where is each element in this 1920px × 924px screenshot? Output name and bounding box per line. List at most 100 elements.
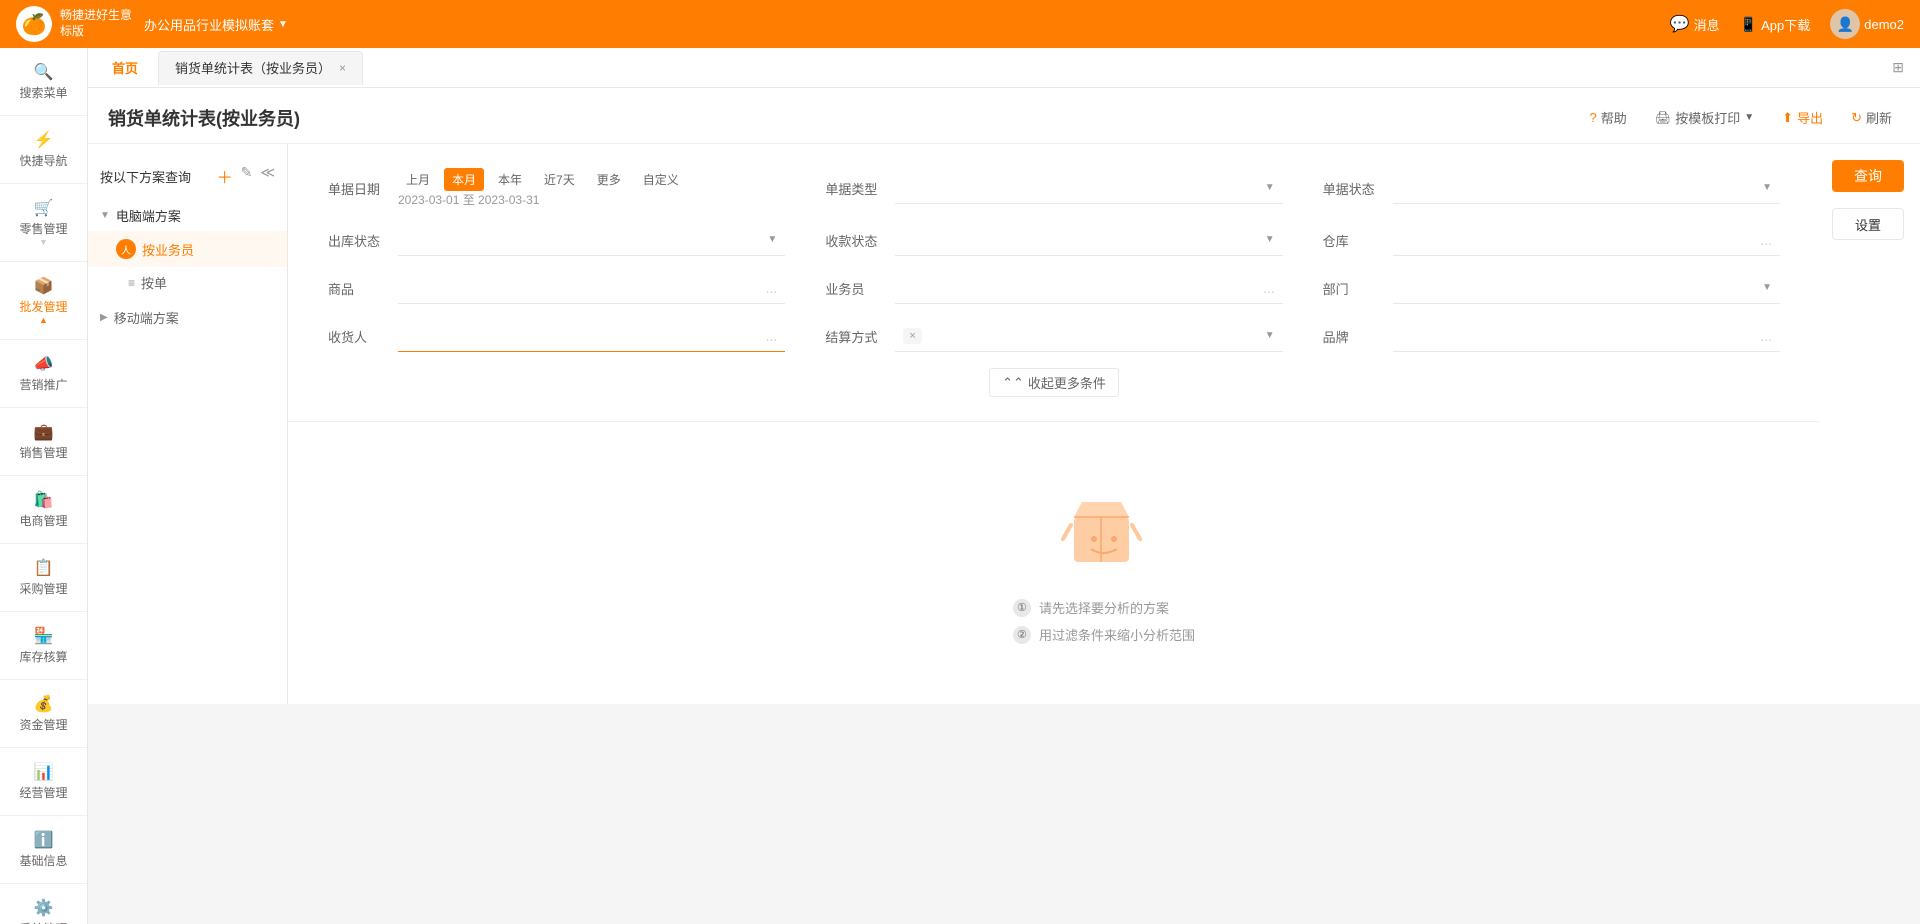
collapse-row: ⌃⌃ 收起更多条件 [308, 360, 1800, 405]
salesperson-label: 业务员 [825, 279, 895, 298]
warehouse-label: 仓库 [1323, 231, 1393, 250]
sidebar: 🔍 搜索菜单 ⚡ 快捷导航 🛒 零售管理 ▼ 📦 批发管理 ▲ 📣 营销推广 [0, 48, 88, 924]
right-content: 单据日期 上月 本月 本年 近7天 更多 [288, 144, 1920, 704]
date-btn-last7[interactable]: 近7天 [536, 168, 583, 191]
warehouse-dots-icon[interactable]: ... [1760, 232, 1772, 248]
date-btn-this-month[interactable]: 本月 [444, 168, 484, 191]
receiver-input[interactable] [406, 328, 766, 343]
tab-home[interactable]: 首页 [96, 51, 154, 85]
receiver-dots-icon[interactable]: ... [766, 328, 778, 344]
collect-status-select[interactable]: ▼ [895, 224, 1282, 256]
scheme-by-salesperson[interactable]: 人 按业务员 [88, 231, 287, 267]
user-avatar-btn[interactable]: 👤 demo2 [1830, 9, 1904, 39]
avatar: 👤 [1830, 9, 1860, 39]
edit-scheme-icon[interactable]: ✎ [241, 164, 253, 188]
goods-label: 商品 [328, 279, 398, 298]
warehouse-control: ... [1393, 224, 1780, 256]
payment-tag-input[interactable]: × ▼ [895, 320, 1282, 352]
sidebar-item-quick-nav[interactable]: ⚡ 快捷导航 [0, 116, 87, 184]
sidebar-item-finance[interactable]: 💰 资金管理 [0, 680, 87, 748]
date-range: 2023-03-01 至 2023-03-31 [398, 191, 785, 208]
dept-select[interactable]: ▼ [1393, 272, 1780, 304]
salesperson-dots-icon[interactable]: ... [1263, 280, 1275, 296]
receiver-control: ... [398, 320, 785, 352]
brand-dots-icon[interactable]: ... [1760, 328, 1772, 344]
filter-brand-cell: 品牌 ... [1303, 312, 1800, 360]
goods-dots-icon[interactable]: ... [766, 280, 778, 296]
collapse-btn[interactable]: ⌃⌃ 收起更多条件 [989, 368, 1119, 397]
filter-goods-cell: 商品 ... [308, 264, 805, 312]
filter-receiver-cell: 收货人 ... [308, 312, 805, 360]
logo-icon: 🍊 [16, 6, 52, 42]
empty-icon [1044, 482, 1164, 582]
date-filter: 上月 本月 本年 近7天 更多 自定义 [398, 168, 785, 191]
print-icon: 🖨 [1655, 110, 1672, 126]
salesperson-select[interactable]: ... [895, 272, 1282, 304]
filter-area: 单据日期 上月 本月 本年 近7天 更多 [288, 144, 1820, 422]
sidebar-item-inventory[interactable]: 🏪 库存核算 [0, 612, 87, 680]
collapse-panel-icon[interactable]: ≪ [260, 164, 275, 188]
query-btn[interactable]: 查询 [1832, 160, 1904, 192]
date-btn-this-year[interactable]: 本年 [490, 168, 530, 191]
date-control: 上月 本月 本年 近7天 更多 自定义 2 [398, 168, 785, 208]
out-status-select[interactable]: ▼ [398, 224, 785, 256]
sidebar-item-operations[interactable]: 📊 经营管理 [0, 748, 87, 816]
sidebar-item-marketing[interactable]: 📣 营销推广 [0, 340, 87, 408]
warehouse-select[interactable]: ... [1393, 224, 1780, 256]
add-scheme-icon[interactable]: ＋ [217, 164, 233, 188]
tab-bar-expand-icon[interactable]: ⊞ [1884, 55, 1912, 80]
sidebar-item-ecommerce[interactable]: 🛍️ 电商管理 [0, 476, 87, 544]
doc-type-select[interactable]: ▼ [895, 172, 1282, 204]
date-btn-more[interactable]: 更多 [589, 168, 629, 191]
receiver-input-wrapper: ... [398, 320, 785, 352]
main-layout: 🔍 搜索菜单 ⚡ 快捷导航 🛒 零售管理 ▼ 📦 批发管理 ▲ 📣 营销推广 [0, 48, 1920, 924]
sidebar-item-sales[interactable]: 💼 销售管理 [0, 408, 87, 476]
box-svg [1059, 487, 1149, 577]
app-download-btn[interactable]: 📱 App下载 [1740, 15, 1811, 34]
date-btn-custom[interactable]: 自定义 [635, 168, 687, 191]
desktop-group-arrow-icon: ▼ [100, 210, 110, 221]
collect-status-arrow-icon: ▼ [1265, 234, 1275, 245]
salesperson-control: ... [895, 272, 1282, 304]
top-bar: 🍊 畅捷进好生意 标版 办公用品行业模拟账套 ▼ 💬 消息 📱 App下载 [0, 0, 1920, 48]
sidebar-item-retail[interactable]: 🛒 零售管理 ▼ [0, 184, 87, 262]
hint-2-num: ② [1013, 626, 1031, 644]
filter-panel: 按以下方案查询 ＋ ✎ ≪ ▼ 电脑端方案 [88, 144, 288, 704]
sidebar-item-search[interactable]: 🔍 搜索菜单 [0, 48, 87, 116]
brand-select[interactable]: ... [1393, 320, 1780, 352]
date-label: 单据日期 [328, 179, 398, 198]
desktop-scheme-group: ▼ 电脑端方案 人 按业务员 ≡ 按单 [88, 196, 287, 302]
desktop-scheme-group-header[interactable]: ▼ 电脑端方案 [88, 200, 287, 231]
date-btn-last-month[interactable]: 上月 [398, 168, 438, 191]
help-icon: ? [1589, 110, 1596, 125]
sidebar-item-wholesale[interactable]: 📦 批发管理 ▲ [0, 262, 87, 340]
sidebar-item-basic-info[interactable]: ℹ️ 基础信息 [0, 816, 87, 884]
doc-status-select[interactable]: ▼ [1393, 172, 1780, 204]
top-bar-right: 💬 消息 📱 App下载 👤 demo2 [1670, 9, 1904, 39]
template-print-btn[interactable]: 🖨 按模板打印 ▼ [1647, 104, 1762, 131]
refresh-icon: ↻ [1851, 110, 1862, 126]
payment-tag-clear-icon[interactable]: × [909, 330, 915, 342]
export-btn[interactable]: ⬆ 导出 [1774, 104, 1831, 131]
refresh-btn[interactable]: ↻ 刷新 [1843, 104, 1900, 131]
sidebar-item-system[interactable]: ⚙️ 系统管理 [0, 884, 87, 924]
query-settings-btns: 查询 设置 [1820, 144, 1920, 422]
sidebar-item-purchase[interactable]: 📋 采购管理 [0, 544, 87, 612]
mobile-scheme-group-header[interactable]: ▶ 移动端方案 [88, 302, 287, 333]
help-btn[interactable]: ? 帮助 [1581, 104, 1634, 131]
empty-hint-2: ② 用过滤条件来缩小分析范围 [1013, 625, 1195, 644]
tab-sales-stat[interactable]: 销货单统计表（按业务员） × [158, 51, 363, 85]
tab-close-icon[interactable]: × [339, 61, 346, 75]
empty-illustration [1044, 482, 1164, 582]
payment-control: × ▼ [895, 320, 1282, 352]
message-btn[interactable]: 💬 消息 [1670, 14, 1720, 34]
settings-btn[interactable]: 设置 [1832, 208, 1904, 240]
empty-hints: ① 请先选择要分析的方案 ② 用过滤条件来缩小分析范围 [1013, 598, 1195, 644]
scheme-by-order[interactable]: ≡ 按单 [88, 267, 287, 298]
doc-type-arrow-icon: ▼ [1265, 182, 1275, 193]
app-title[interactable]: 办公用品行业模拟账套 ▼ [144, 15, 288, 34]
page-header: 销货单统计表(按业务员) ? 帮助 🖨 按模板打印 ▼ ⬆ [88, 88, 1920, 144]
payment-tag: × [903, 328, 921, 344]
filter-collect-status-cell: 收款状态 ▼ [805, 216, 1302, 264]
goods-select[interactable]: ... [398, 272, 785, 304]
